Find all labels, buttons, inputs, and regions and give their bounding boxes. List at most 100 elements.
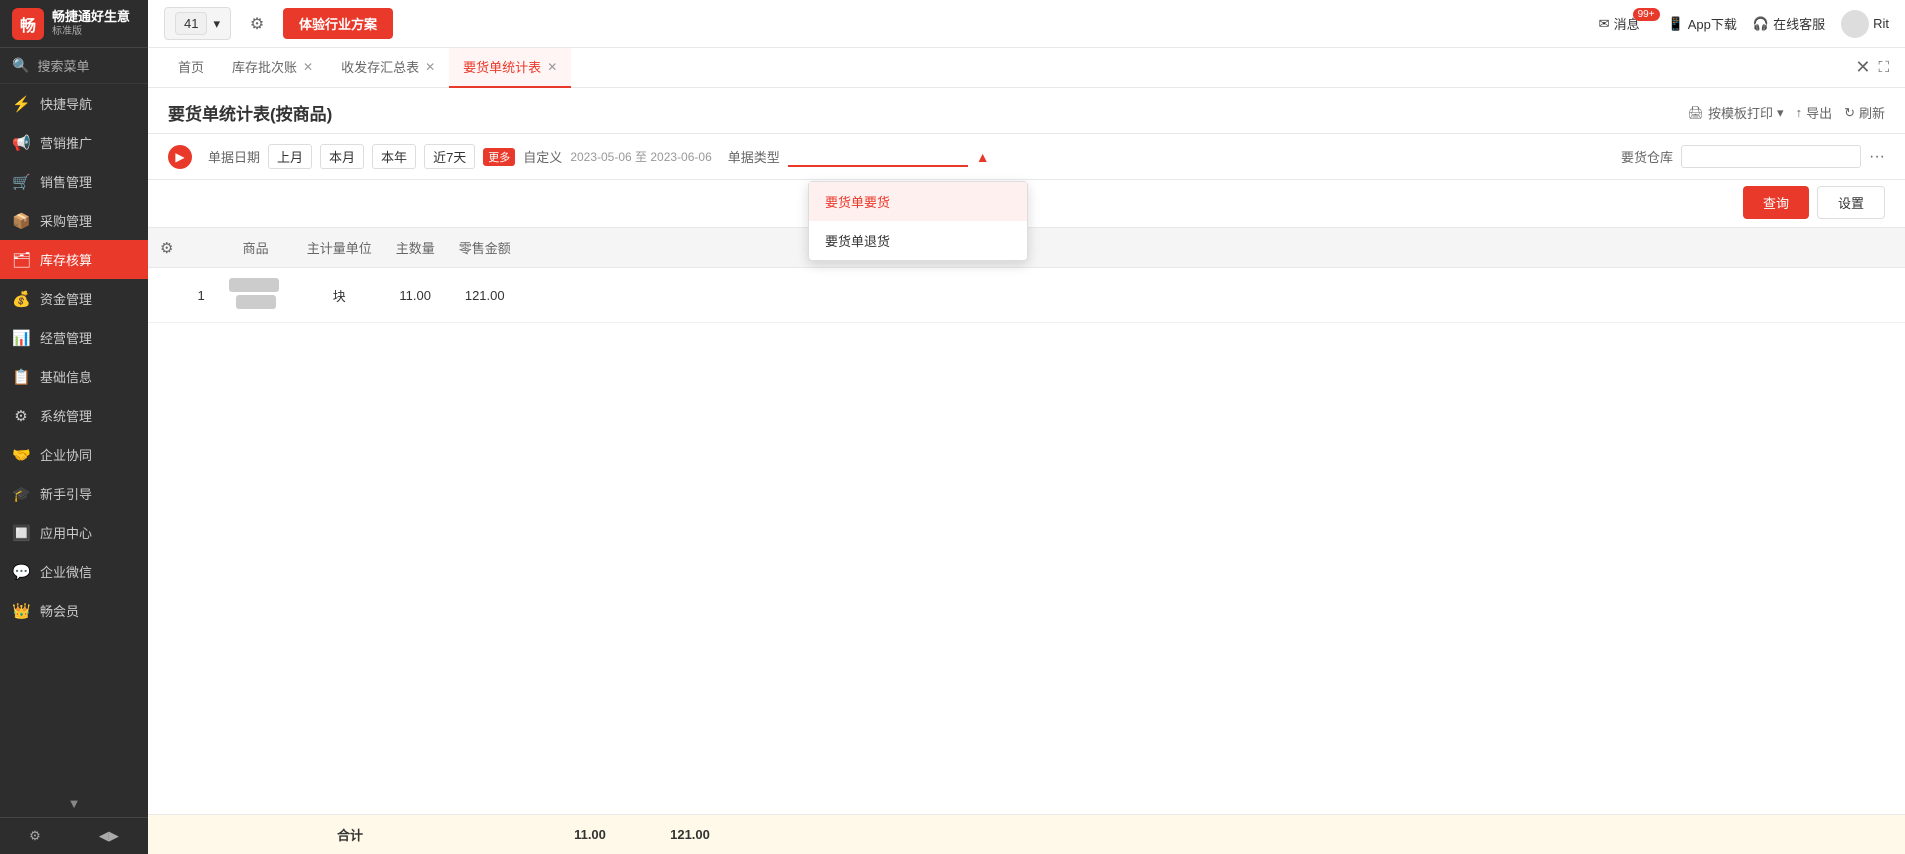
cell-qty: 11.00 <box>384 268 447 323</box>
sidebar-item-quick-nav[interactable]: ⚡ 快捷导航 <box>0 84 148 123</box>
export-btn[interactable]: ↑ 导出 <box>1796 103 1833 122</box>
col-num <box>185 228 216 268</box>
chevron-up-icon[interactable]: ▲ <box>976 149 990 165</box>
close-receive-summary-icon[interactable]: ✕ <box>425 61 435 73</box>
chevron-down-icon: ▾ <box>213 16 220 32</box>
tab-number: 41 <box>175 12 207 35</box>
col-settings-icon[interactable]: ⚙ <box>160 240 173 257</box>
settings-action-button[interactable]: 设置 <box>1817 186 1885 219</box>
user-avatar-btn[interactable]: Rit <box>1841 10 1889 38</box>
sidebar-nav: ⚡ 快捷导航 📢 营销推广 🛒 销售管理 📦 采购管理 🗂 库存核算 💰 资金管… <box>0 84 148 790</box>
sidebar-item-system[interactable]: ⚙ 系统管理 <box>0 396 148 435</box>
marketing-icon: 📢 <box>12 134 30 152</box>
sidebar-item-apps[interactable]: 🔲 应用中心 <box>0 513 148 552</box>
filter-type-section: 单据类型 ▲ <box>728 146 1605 167</box>
refresh-btn[interactable]: ↻ 刷新 <box>1844 103 1885 122</box>
table-row: 1 块 11.00 121.00 <box>148 268 1905 323</box>
purchase-icon: 📦 <box>12 212 30 230</box>
wechat-icon: 💬 <box>12 563 30 581</box>
type-filter-label: 单据类型 <box>728 147 780 166</box>
sales-icon: 🛒 <box>12 173 30 191</box>
page-area: 要货单统计表(按商品) 🖨 按模板打印 ▾ ↑ 导出 ↻ 刷新 ▶ <box>148 88 1905 854</box>
type-dropdown: 要货单要货 要货单退货 <box>808 181 1028 261</box>
guide-icon: 🎓 <box>12 485 30 503</box>
cell-product <box>217 268 295 323</box>
date-this-month-btn[interactable]: 本月 <box>320 144 364 169</box>
inventory-icon: 🗂 <box>12 251 30 269</box>
sidebar-scroll-down[interactable]: ▼ <box>0 790 148 817</box>
sidebar-logo: 畅 <box>12 8 44 40</box>
search-icon: 🔍 <box>12 57 29 74</box>
cell-settings <box>148 268 185 323</box>
sidebar-search[interactable]: 🔍 搜索菜单 <box>0 48 148 84</box>
sidebar-item-sales[interactable]: 🛒 销售管理 <box>0 162 148 201</box>
sidebar-item-inventory[interactable]: 🗂 库存核算 <box>0 240 148 279</box>
close-all-icon[interactable]: ✕ <box>1855 57 1870 78</box>
apps-icon: 🔲 <box>12 524 30 542</box>
col-product: 商品 <box>217 228 295 268</box>
top-header: 41 ▾ ⚙ 体验行业方案 ✉ 消息 99+ 📱 App下载 🎧 在线客服 <box>148 0 1905 48</box>
date-more-badge[interactable]: 更多 <box>483 148 515 166</box>
date-last-7-days-btn[interactable]: 近7天 <box>424 144 475 169</box>
dropdown-item-require-return[interactable]: 要货单退货 <box>809 221 1027 260</box>
operation-icon: 📊 <box>12 329 30 347</box>
sidebar-item-finance[interactable]: 💰 资金管理 <box>0 279 148 318</box>
collapse-icon: ◀▶ <box>99 828 119 844</box>
sidebar-brand: 畅捷通好生意 标准版 <box>52 9 130 39</box>
type-filter-input[interactable] <box>788 146 968 167</box>
filter-more-btn[interactable]: ··· <box>1869 148 1885 166</box>
tab-home[interactable]: 首页 <box>164 48 218 88</box>
message-icon: ✉ <box>1599 16 1610 32</box>
refresh-icon: ↻ <box>1844 105 1855 121</box>
sidebar-brand-main: 畅捷通好生意 <box>52 9 130 26</box>
sidebar-item-members[interactable]: 👑 畅会员 <box>0 591 148 630</box>
tab-receive-summary[interactable]: 收发存汇总表 ✕ <box>327 48 449 88</box>
sidebar-item-enterprise[interactable]: 🤝 企业协同 <box>0 435 148 474</box>
sidebar-brand-sub: 标准版 <box>52 25 130 38</box>
sidebar-item-wechat[interactable]: 💬 企业微信 <box>0 552 148 591</box>
sidebar-collapse-btn[interactable]: ◀▶ <box>99 828 119 844</box>
cell-unit: 块 <box>295 268 384 323</box>
sidebar-item-operation[interactable]: 📊 经营管理 <box>0 318 148 357</box>
tab-selector[interactable]: 41 ▾ <box>164 7 231 40</box>
messages-btn[interactable]: ✉ 消息 99+ <box>1599 14 1652 33</box>
print-template-btn[interactable]: 🖨 按模板打印 ▾ <box>1688 103 1784 122</box>
settings-icon: ⚙ <box>29 828 41 844</box>
product-name-blur2 <box>236 295 276 309</box>
sidebar-item-basic[interactable]: 📋 基础信息 <box>0 357 148 396</box>
page-header: 要货单统计表(按商品) 🖨 按模板打印 ▾ ↑ 导出 ↻ 刷新 <box>148 88 1905 134</box>
date-last-month-btn[interactable]: 上月 <box>268 144 312 169</box>
close-order-stats-icon[interactable]: ✕ <box>547 61 557 73</box>
sidebar-item-marketing[interactable]: 📢 营销推广 <box>0 123 148 162</box>
cell-amount: 121.00 <box>447 268 523 323</box>
col-extra <box>523 228 1905 268</box>
app-download-btn[interactable]: 📱 App下载 <box>1668 14 1737 33</box>
online-service-btn[interactable]: 🎧 在线客服 <box>1753 14 1825 33</box>
tab-batch-account[interactable]: 库存批次账 ✕ <box>218 48 327 88</box>
sidebar-item-purchase[interactable]: 📦 采购管理 <box>0 201 148 240</box>
tab-order-stats[interactable]: 要货单统计表 ✕ <box>449 48 571 88</box>
warehouse-filter-input[interactable] <box>1681 145 1861 168</box>
sidebar-header: 畅 畅捷通好生意 标准版 <box>0 0 148 48</box>
dropdown-item-require-goods[interactable]: 要货单要货 <box>809 182 1027 221</box>
col-qty: 主数量 <box>384 228 447 268</box>
query-button[interactable]: 查询 <box>1743 186 1809 219</box>
header-settings-btn[interactable]: ⚙ <box>243 10 271 38</box>
close-batch-account-icon[interactable]: ✕ <box>303 61 313 73</box>
user-avatar <box>1841 10 1869 38</box>
top-right: ✉ 消息 99+ 📱 App下载 🎧 在线客服 Rit <box>1599 10 1889 38</box>
expand-tabs-icon[interactable]: ⛶ <box>1878 59 1889 76</box>
sidebar: 畅 畅捷通好生意 标准版 🔍 搜索菜单 ⚡ 快捷导航 📢 营销推广 🛒 销售管理… <box>0 0 148 854</box>
date-this-year-btn[interactable]: 本年 <box>372 144 416 169</box>
phone-icon: 📱 <box>1668 16 1684 32</box>
finance-icon: 💰 <box>12 290 30 308</box>
footer-amount: 121.00 <box>640 827 740 842</box>
date-custom-btn[interactable]: 自定义 <box>523 147 562 166</box>
sidebar-item-guide[interactable]: 🎓 新手引导 <box>0 474 148 513</box>
trial-industry-button[interactable]: 体验行业方案 <box>283 8 393 39</box>
filter-expand-btn[interactable]: ▶ <box>168 145 192 169</box>
col-unit: 主计量单位 <box>295 228 384 268</box>
print-icon: 🖨 <box>1688 105 1705 121</box>
col-settings: ⚙ <box>148 228 185 268</box>
sidebar-settings-btn[interactable]: ⚙ <box>29 828 41 844</box>
